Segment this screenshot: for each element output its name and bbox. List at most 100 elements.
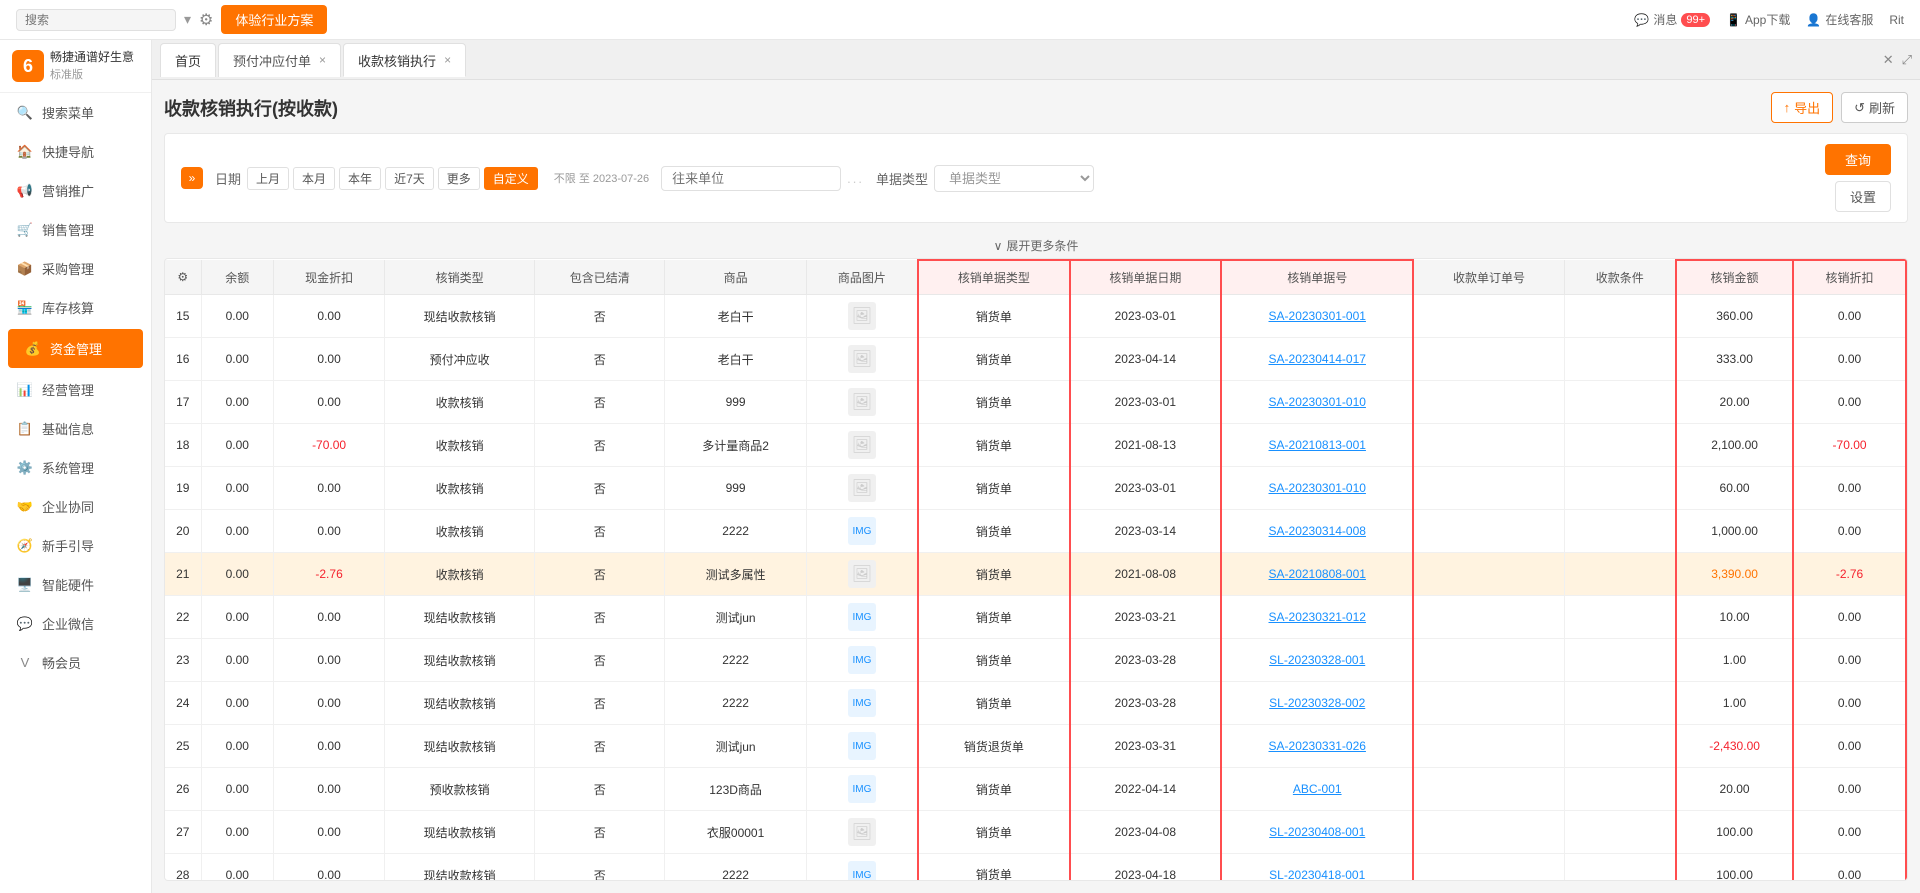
- bill-no-link[interactable]: SL-20230328-002: [1269, 696, 1365, 710]
- bill-type-select[interactable]: 单据类型: [934, 165, 1094, 192]
- sidebar-item-basic[interactable]: 📋基础信息: [0, 409, 151, 448]
- tab-close-prepay[interactable]: ×: [319, 53, 326, 67]
- sidebar-item-marketing[interactable]: 📢营销推广: [0, 171, 151, 210]
- th-bill-date: 核销单据日期: [1070, 260, 1221, 295]
- bill-no-link[interactable]: SL-20230418-001: [1269, 868, 1365, 881]
- date-btn-last-month[interactable]: 上月: [247, 167, 289, 190]
- setting-button[interactable]: 设置: [1835, 181, 1891, 212]
- bill-no-link[interactable]: ABC-001: [1293, 782, 1342, 796]
- export-button[interactable]: ↑ 导出: [1771, 92, 1834, 123]
- sidebar-item-search-menu[interactable]: 🔍搜索菜单: [0, 93, 151, 132]
- date-btn-more[interactable]: 更多: [438, 167, 480, 190]
- sidebar-item-purchase[interactable]: 📦采购管理: [0, 249, 151, 288]
- th-product-img: 商品图片: [806, 260, 918, 295]
- search-input[interactable]: [16, 9, 176, 31]
- table-row: 24 0.00 0.00 现结收款核销 否 2222 IMG 销货单 2023-…: [165, 682, 1906, 725]
- sidebar-label-purchase: 采购管理: [42, 259, 94, 278]
- tab-close-collection[interactable]: ×: [444, 53, 451, 67]
- th-settings[interactable]: ⚙: [165, 260, 201, 295]
- sidebar-item-sales[interactable]: 🛒销售管理: [0, 210, 151, 249]
- cell-bill-type: 销货退货单: [918, 725, 1069, 768]
- date-btn-7days[interactable]: 近7天: [385, 167, 434, 190]
- close-window-icon[interactable]: ✕: [1883, 52, 1894, 68]
- cell-receipt-order: [1413, 553, 1564, 596]
- filter-arrow-btn[interactable]: »: [181, 167, 203, 189]
- sidebar-item-hardware[interactable]: 🖥️智能硬件: [0, 565, 151, 604]
- sidebar-item-operations[interactable]: 📊经营管理: [0, 370, 151, 409]
- sidebar-item-wechat[interactable]: 💬企业微信: [0, 604, 151, 643]
- sidebar-item-cooperation[interactable]: 🤝企业协同: [0, 487, 151, 526]
- app-download-btn[interactable]: 📱 App下载: [1726, 11, 1790, 28]
- cell-bill-no[interactable]: SA-20210808-001: [1221, 553, 1413, 596]
- bill-no-link[interactable]: SA-20230321-012: [1269, 610, 1366, 624]
- cell-bill-date: 2023-03-14: [1070, 510, 1221, 553]
- date-btn-custom[interactable]: 自定义: [484, 167, 538, 190]
- cell-balance: 0.00: [201, 854, 274, 882]
- maximize-icon[interactable]: ⤢: [1902, 52, 1912, 68]
- chevron-down-icon[interactable]: ▾: [184, 11, 191, 28]
- message-icon: 💬: [1634, 13, 1649, 27]
- query-button[interactable]: 查询: [1825, 144, 1891, 175]
- sidebar-item-member[interactable]: V畅会员: [0, 643, 151, 682]
- cell-receipt-cond: [1564, 338, 1676, 381]
- bill-no-link[interactable]: SL-20230328-001: [1269, 653, 1365, 667]
- expand-bar[interactable]: ∨ 展开更多条件: [164, 233, 1908, 258]
- sidebar-item-finance[interactable]: 💰资金管理: [8, 329, 143, 368]
- cell-bill-no[interactable]: SA-20230301-001: [1221, 295, 1413, 338]
- counterparty-input[interactable]: [661, 166, 841, 191]
- product-img-thumb: IMG: [848, 861, 876, 881]
- cell-bill-no[interactable]: SA-20230314-008: [1221, 510, 1413, 553]
- bill-no-link[interactable]: SA-20230301-001: [1269, 309, 1366, 323]
- bill-no-link[interactable]: SA-20210813-001: [1269, 438, 1366, 452]
- cell-write-off-amount: 10.00: [1676, 596, 1793, 639]
- date-btn-this-year[interactable]: 本年: [339, 167, 381, 190]
- cell-bill-no[interactable]: SA-20210813-001: [1221, 424, 1413, 467]
- cell-bill-date: 2023-03-28: [1070, 682, 1221, 725]
- cell-cash-discount: 0.00: [274, 682, 385, 725]
- th-balance: 余额: [201, 260, 274, 295]
- cell-bill-no[interactable]: SA-20230321-012: [1221, 596, 1413, 639]
- bill-no-link[interactable]: SA-20230301-010: [1269, 481, 1366, 495]
- service-label: 在线客服: [1825, 11, 1873, 28]
- refresh-button[interactable]: ↺ 刷新: [1841, 92, 1908, 123]
- cell-bill-no[interactable]: SA-20230331-026: [1221, 725, 1413, 768]
- sidebar-item-quick-nav[interactable]: 🏠快捷导航: [0, 132, 151, 171]
- hardware-icon: 🖥️: [16, 577, 34, 593]
- cell-balance: 0.00: [201, 596, 274, 639]
- sidebar-item-system[interactable]: ⚙️系统管理: [0, 448, 151, 487]
- tab-collection[interactable]: 收款核销执行×: [343, 43, 466, 77]
- online-service-btn[interactable]: 👤 在线客服: [1806, 11, 1873, 28]
- bill-no-link[interactable]: SA-20230314-008: [1269, 524, 1366, 538]
- cell-bill-no[interactable]: SA-20230414-017: [1221, 338, 1413, 381]
- bill-no-link[interactable]: SA-20210808-001: [1269, 567, 1366, 581]
- cell-cash-discount: 0.00: [274, 768, 385, 811]
- page-title: 收款核销执行(按收款): [164, 95, 338, 121]
- tab-prepay[interactable]: 预付冲应付单×: [218, 43, 341, 77]
- cell-bill-no[interactable]: SL-20230328-002: [1221, 682, 1413, 725]
- tab-home[interactable]: 首页: [160, 43, 216, 77]
- cell-write-off-amount: 100.00: [1676, 854, 1793, 882]
- industry-btn[interactable]: 体验行业方案: [221, 5, 327, 34]
- cell-bill-no[interactable]: SL-20230418-001: [1221, 854, 1413, 882]
- bill-no-link[interactable]: SL-20230408-001: [1269, 825, 1365, 839]
- bill-no-link[interactable]: SA-20230414-017: [1269, 352, 1366, 366]
- bill-no-link[interactable]: SA-20230301-010: [1269, 395, 1366, 409]
- cell-balance: 0.00: [201, 424, 274, 467]
- cell-bill-no[interactable]: SL-20230328-001: [1221, 639, 1413, 682]
- operations-icon: 📊: [16, 382, 34, 398]
- settings-icon[interactable]: ⚙: [199, 10, 213, 30]
- cell-bill-no[interactable]: SL-20230408-001: [1221, 811, 1413, 854]
- message-btn[interactable]: 💬 消息 99+: [1634, 11, 1710, 28]
- cell-cash-discount: 0.00: [274, 725, 385, 768]
- cell-receipt-cond: [1564, 424, 1676, 467]
- date-btn-this-month[interactable]: 本月: [293, 167, 335, 190]
- cell-no: 24: [165, 682, 201, 725]
- bill-no-link[interactable]: SA-20230331-026: [1269, 739, 1366, 753]
- cell-bill-no[interactable]: SA-20230301-010: [1221, 467, 1413, 510]
- sidebar-item-guide[interactable]: 🧭新手引导: [0, 526, 151, 565]
- cell-bill-no[interactable]: SA-20230301-010: [1221, 381, 1413, 424]
- cell-bill-no[interactable]: ABC-001: [1221, 768, 1413, 811]
- cell-product-img: IMG: [806, 854, 918, 882]
- sidebar-item-inventory[interactable]: 🏪库存核算: [0, 288, 151, 327]
- sidebar-label-wechat: 企业微信: [42, 614, 94, 633]
